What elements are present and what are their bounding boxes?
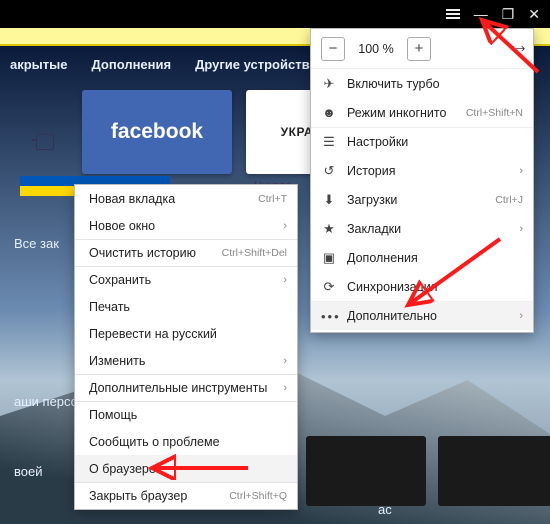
chevron-right-icon: › <box>283 274 287 286</box>
chevron-right-icon: › <box>519 223 523 235</box>
zoom-in-button[interactable]: + <box>407 37 431 61</box>
history-icon: ↺ <box>321 163 337 179</box>
window-titlebar: — ❐ ✕ <box>0 0 550 28</box>
sub-help[interactable]: Помощь <box>75 401 297 428</box>
chevron-right-icon: › <box>283 355 287 367</box>
sub-new-window[interactable]: Новое окно› <box>75 212 297 239</box>
content-card-1[interactable] <box>306 436 426 506</box>
sub-report[interactable]: Сообщить о проблеме <box>75 428 297 455</box>
annotation-arrow-about <box>144 452 254 487</box>
rocket-icon: ✈ <box>321 76 337 92</box>
chevron-right-icon: › <box>283 220 287 232</box>
sliders-icon: ☰ <box>321 134 337 150</box>
chevron-right-icon: › <box>283 382 287 394</box>
sub-edit[interactable]: Изменить› <box>75 347 297 374</box>
sub-new-tab[interactable]: Новая вкладкаCtrl+T <box>75 185 297 212</box>
tile-facebook[interactable]: facebook <box>82 90 232 174</box>
chevron-right-icon: › <box>519 310 523 322</box>
sub-save[interactable]: Сохранить› <box>75 266 297 293</box>
all-bookmarks-link[interactable]: Все зак <box>14 236 59 251</box>
item-downloads[interactable]: ⬇ Загрузки Ctrl+J <box>311 185 533 214</box>
star-icon: ★ <box>321 221 337 237</box>
zoom-value: 100 % <box>351 42 401 56</box>
sub-translate[interactable]: Перевести на русский <box>75 320 297 347</box>
annotation-arrow-hamburger <box>472 14 544 83</box>
tab-addons[interactable]: Дополнения <box>91 57 171 72</box>
item-history[interactable]: ↺ История › <box>311 156 533 185</box>
zoom-out-button[interactable]: − <box>321 37 345 61</box>
sync-icon: ⟳ <box>321 279 337 295</box>
tab-closed[interactable]: акрытые <box>10 57 67 72</box>
sub-print[interactable]: Печать <box>75 293 297 320</box>
more-icon: ••• <box>321 309 337 324</box>
item-incognito[interactable]: ☻ Режим инкогнито Ctrl+Shift+N <box>311 98 533 127</box>
content-card-2[interactable] <box>438 436 550 506</box>
item-settings[interactable]: ☰ Настройки <box>311 127 533 156</box>
tab-devices[interactable]: Другие устройства <box>195 57 317 72</box>
chevron-right-icon: › <box>519 165 523 177</box>
annotation-arrow-advanced <box>396 225 506 320</box>
incognito-icon: ☻ <box>321 105 337 120</box>
menu-icon[interactable] <box>446 9 460 19</box>
sub-more-tools[interactable]: Дополнительные инструменты› <box>75 374 297 401</box>
sub-clear-history[interactable]: Очистить историюCtrl+Shift+Del <box>75 239 297 266</box>
download-icon: ⬇ <box>321 192 337 208</box>
addons-icon: ▣ <box>321 250 337 266</box>
lower-word: воей <box>14 464 42 479</box>
